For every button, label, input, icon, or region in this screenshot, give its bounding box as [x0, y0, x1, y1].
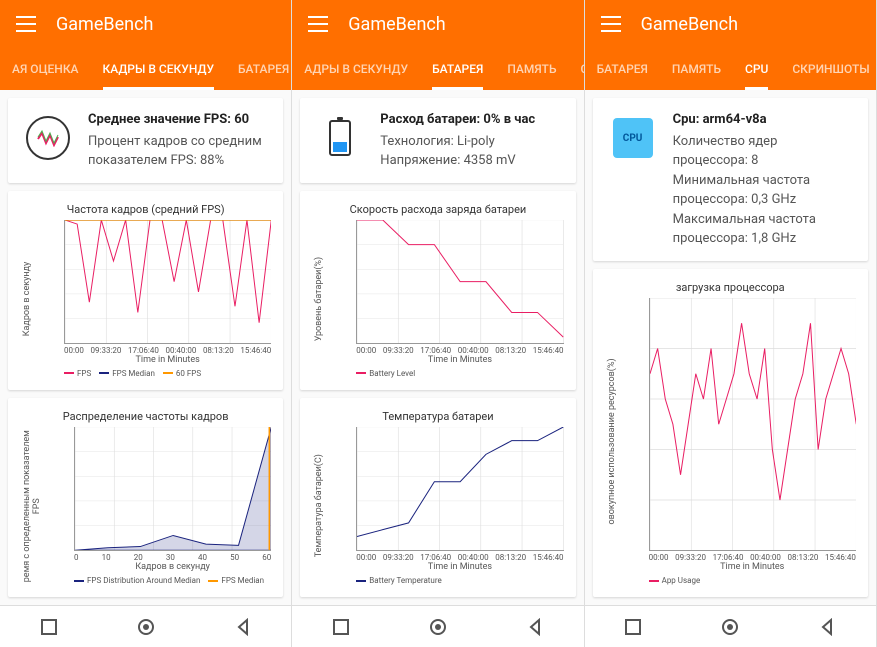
x-ticks: 00:0009:33:2017:06:4000:40:0008:13:2015:…	[649, 553, 856, 562]
hamburger-icon[interactable]	[16, 16, 36, 32]
phone-screen-1: GameBench АДРЫ В СЕКУНДУБАТАРЕЯПАМЯТЬCPU…	[292, 0, 584, 647]
chart-plot: 100806040200	[74, 427, 271, 551]
tab[interactable]: БАТАРЕЯ	[420, 48, 495, 90]
chart-legend: Battery Temperature	[356, 576, 563, 585]
summary-line: Напряжение: 4358 mV	[380, 151, 563, 171]
chart-card: Температура батареи Температура батареи(…	[300, 398, 575, 597]
x-ticks: 00:0009:33:2017:06:4000:40:0008:13:2015:…	[356, 553, 563, 562]
x-axis-label: Time in Minutes	[649, 562, 856, 572]
summary-line: Процент кадров со средним показателем FP…	[88, 132, 271, 171]
legend-item: 60 FPS	[163, 369, 201, 378]
app-header: GameBench АДРЫ В СЕКУНДУБАТАРЕЯПАМЯТЬCPU	[292, 0, 583, 90]
phone-screen-0: GameBench АЯ ОЦЕНКАКАДРЫ В СЕКУНДУБАТАРЕ…	[0, 0, 292, 647]
y-axis-label: Кадров в секунду	[20, 220, 34, 378]
chart-legend: App Usage	[649, 576, 856, 585]
chart-legend: FPS Distribution Around Median FPS Median	[74, 576, 271, 585]
hamburger-icon[interactable]	[308, 16, 328, 32]
app-title: GameBench	[641, 14, 738, 35]
summary-card: Расход батареи: 0% в час Технология: Li-…	[300, 98, 575, 183]
nav-circle-icon[interactable]	[429, 618, 447, 636]
fps-icon	[26, 116, 70, 160]
legend-item: FPS Median	[99, 369, 155, 378]
legend-item: FPS Median	[208, 576, 264, 585]
chart-legend: Battery Level	[356, 369, 563, 378]
chart-title: Частота кадров (средний FPS)	[20, 203, 271, 216]
nav-back-icon[interactable]	[818, 618, 836, 636]
legend-item: FPS	[64, 369, 91, 378]
tab[interactable]: ПАМЯТЬ	[660, 48, 733, 90]
chart-title: Температура батареи	[312, 410, 563, 423]
chart-title: Скорость расхода заряда батареи	[312, 203, 563, 216]
summary-line: Количество ядер процессора: 8	[673, 132, 856, 171]
tab-bar[interactable]: АЯ ОЦЕНКАКАДРЫ В СЕКУНДУБАТАРЕЯ	[0, 48, 291, 90]
x-axis-label: Кадров в секунду	[74, 562, 271, 572]
tab[interactable]: БАТАРЕЯ	[585, 48, 660, 90]
summary-card: CPU Cpu: arm64-v8a Количество ядер проце…	[593, 98, 868, 261]
nav-back-icon[interactable]	[234, 618, 252, 636]
x-axis-label: Time in Minutes	[356, 355, 563, 365]
chart-title: загрузка процессора	[605, 281, 856, 294]
legend-item: Battery Level	[356, 369, 415, 378]
app-title: GameBench	[348, 14, 445, 35]
x-axis-label: Time in Minutes	[356, 562, 563, 572]
cpu-icon: CPU	[613, 118, 653, 158]
chart-plot: 92,091,290,089,088,0	[356, 220, 563, 344]
summary-line: Минимальная частота процессора: 0,3 GHz	[673, 171, 856, 210]
x-ticks: 00:0009:33:2017:06:4000:40:0008:13:2015:…	[356, 346, 563, 355]
nav-bar	[585, 605, 876, 647]
y-axis-label: овокупное использование ресурсов(%)	[605, 298, 619, 586]
summary-title: Расход батареи: 0% в час	[380, 110, 563, 130]
nav-bar	[292, 605, 583, 647]
x-axis-label: Time in Minutes	[64, 355, 271, 365]
legend-item: App Usage	[649, 576, 701, 585]
battery-icon	[329, 120, 351, 156]
chart-card: Распределение частоты кадров ремя с опре…	[8, 398, 283, 597]
chart-card: Частота кадров (средний FPS) Кадров в се…	[8, 191, 283, 390]
nav-square-icon[interactable]	[40, 618, 58, 636]
tab[interactable]: АДРЫ В СЕКУНДУ	[292, 48, 420, 90]
summary-card: Среднее значение FPS: 60 Процент кадров …	[8, 98, 283, 183]
chart-legend: FPS FPS Median 60 FPS	[64, 369, 271, 378]
legend-item: Battery Temperature	[356, 576, 441, 585]
summary-title: Cpu: arm64-v8a	[673, 110, 856, 130]
content-area[interactable]: Расход батареи: 0% в час Технология: Li-…	[292, 90, 583, 605]
y-axis-label: Уровень батареи(%)	[312, 220, 326, 378]
summary-title: Среднее значение FPS: 60	[88, 110, 271, 130]
x-ticks: 0102030405060	[74, 553, 271, 562]
app-header: GameBench БАТАРЕЯПАМЯТЬCPUСКРИНШОТЫ	[585, 0, 876, 90]
y-axis-label: ремя с определенным показателем FPS	[20, 427, 44, 585]
nav-bar	[0, 605, 291, 647]
nav-circle-icon[interactable]	[137, 618, 155, 636]
y-axis-label: Температура батареи(C)	[312, 427, 326, 585]
nav-back-icon[interactable]	[526, 618, 544, 636]
app-title: GameBench	[56, 14, 153, 35]
chart-card: Скорость расхода заряда батареи Уровень …	[300, 191, 575, 390]
tab[interactable]: ПАМЯТЬ	[495, 48, 568, 90]
content-area[interactable]: CPU Cpu: arm64-v8a Количество ядер проце…	[585, 90, 876, 605]
summary-line: Технология: Li-poly	[380, 132, 563, 152]
hamburger-icon[interactable]	[601, 16, 621, 32]
chart-title: Распределение частоты кадров	[20, 410, 271, 423]
chart-plot: 39,638,838,037,236,4	[356, 427, 563, 551]
summary-line: Максимальная частота процессора: 1,8 GHz	[673, 210, 856, 249]
tab[interactable]: КАДРЫ В СЕКУНДУ	[91, 48, 227, 90]
app-header: GameBench АЯ ОЦЕНКАКАДРЫ В СЕКУНДУБАТАРЕ…	[0, 0, 291, 90]
tab-bar[interactable]: БАТАРЕЯПАМЯТЬCPUСКРИНШОТЫ	[585, 48, 876, 90]
tab[interactable]: АЯ ОЦЕНКА	[0, 48, 91, 90]
chart-plot: 1086420	[649, 298, 856, 552]
content-area[interactable]: Среднее значение FPS: 60 Процент кадров …	[0, 90, 291, 605]
phone-screen-2: GameBench БАТАРЕЯПАМЯТЬCPUСКРИНШОТЫ CPU …	[585, 0, 877, 647]
nav-square-icon[interactable]	[332, 618, 350, 636]
legend-item: FPS Distribution Around Median	[74, 576, 200, 585]
tab[interactable]: БАТАРЕЯ	[226, 48, 291, 90]
chart-plot: 6040200	[64, 220, 271, 344]
tab-bar[interactable]: АДРЫ В СЕКУНДУБАТАРЕЯПАМЯТЬCPU	[292, 48, 583, 90]
nav-circle-icon[interactable]	[721, 618, 739, 636]
tab[interactable]: CPU	[568, 48, 583, 90]
tab[interactable]: СКРИНШОТЫ	[780, 48, 876, 90]
nav-square-icon[interactable]	[624, 618, 642, 636]
chart-card: загрузка процессора овокупное использова…	[593, 269, 868, 598]
tab[interactable]: CPU	[733, 48, 780, 90]
x-ticks: 00:0009:33:2017:06:4000:40:0008:13:2015:…	[64, 346, 271, 355]
